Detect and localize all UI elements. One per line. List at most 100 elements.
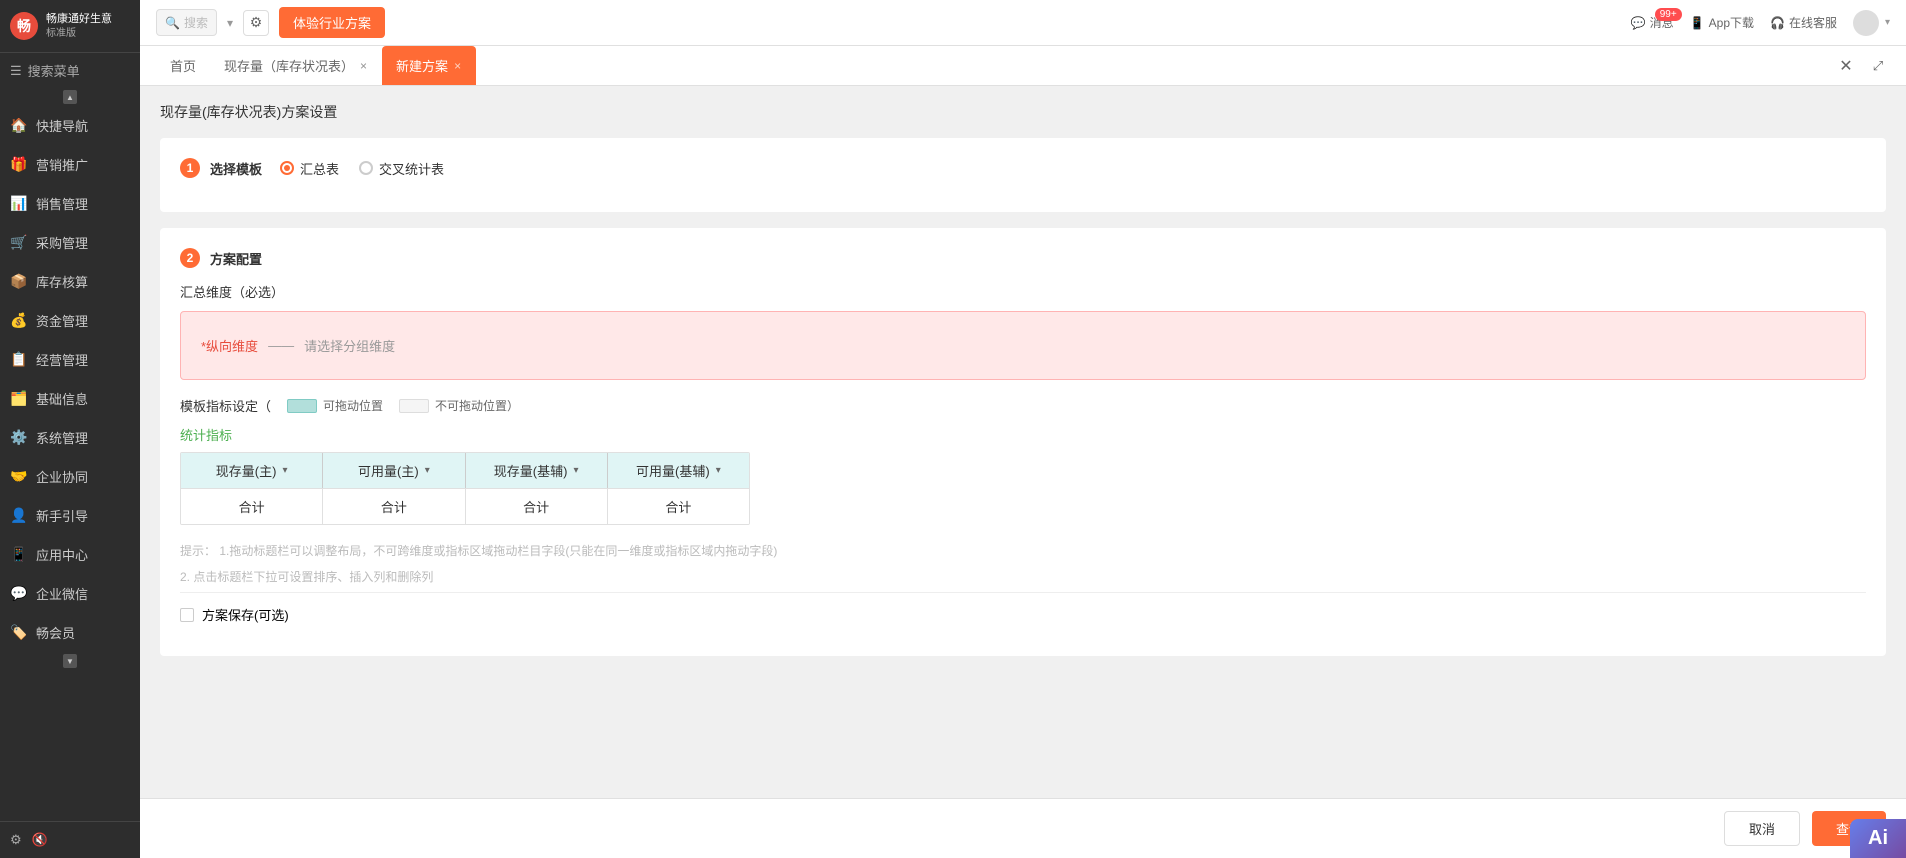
close-panel-icon[interactable]: ✕ bbox=[1834, 54, 1858, 78]
col-available-aux[interactable]: 可用量(基辅) ▾ bbox=[608, 453, 749, 488]
step1-card: 1 选择模板 汇总表 交叉统计表 bbox=[160, 138, 1886, 212]
save-checkbox-label: 方案保存(可选) bbox=[202, 605, 289, 624]
user-menu[interactable]: ▾ bbox=[1853, 10, 1890, 36]
box-icon: 📦 bbox=[10, 273, 28, 291]
topbar-settings-btn[interactable]: ⚙ bbox=[243, 10, 269, 36]
tabs-right-controls: ✕ ⤢ bbox=[1834, 54, 1890, 78]
tab-inventory-status[interactable]: 现存量（库存状况表） × bbox=[210, 46, 382, 85]
app-download-button[interactable]: 📱 App下载 bbox=[1690, 14, 1754, 31]
tabs-bar: 首页 现存量（库存状况表） × 新建方案 × ✕ ⤢ bbox=[140, 46, 1906, 86]
step1-title: 选择模板 bbox=[210, 159, 262, 178]
sidebar-scroll-down[interactable]: ▼ bbox=[63, 654, 77, 668]
sidebar-item-wechat[interactable]: 💬 企业微信 bbox=[0, 574, 140, 613]
radio-cross[interactable]: 交叉统计表 bbox=[359, 159, 444, 178]
sidebar-scroll-up[interactable]: ▲ bbox=[63, 90, 77, 104]
summary-dimension-label: 汇总维度（必选） bbox=[180, 282, 1866, 301]
col-current-main[interactable]: 现存量(主) ▾ bbox=[181, 453, 323, 488]
online-service-button[interactable]: 🎧 在线客服 bbox=[1770, 14, 1837, 31]
industry-plan-button[interactable]: 体验行业方案 bbox=[279, 7, 385, 38]
footer: 取消 查询 bbox=[140, 798, 1906, 858]
tag-icon: 🏷️ bbox=[10, 624, 28, 642]
save-checkbox[interactable] bbox=[180, 608, 194, 622]
stats-header: 现存量(主) ▾ 可用量(主) ▾ 现存量(基辅) ▾ 可用量(基辅) ▾ bbox=[181, 453, 749, 488]
sidebar-items: 🏠 快捷导航 🎁 营销推广 📊 销售管理 🛒 采购管理 📦 库存核算 💰 资金管… bbox=[0, 106, 140, 652]
stats-title: 统计指标 bbox=[180, 425, 1866, 444]
avatar bbox=[1853, 10, 1879, 36]
radio-summary[interactable]: 汇总表 bbox=[280, 159, 339, 178]
tab-home[interactable]: 首页 bbox=[156, 46, 210, 85]
tab-new-plan[interactable]: 新建方案 × bbox=[382, 46, 476, 85]
chat-icon: 💬 bbox=[10, 585, 28, 603]
tips-section: 提示： 1.拖动标题栏可以调整布局，不可跨维度或指标区域拖动栏目字段(只能在同一… bbox=[180, 541, 1866, 588]
message-icon: 💬 bbox=[1631, 16, 1646, 30]
cell-1: 合计 bbox=[323, 489, 465, 524]
cancel-button[interactable]: 取消 bbox=[1724, 811, 1800, 846]
ai-badge[interactable]: Ai bbox=[1850, 819, 1906, 858]
legend-draggable: 可拖动位置 bbox=[287, 397, 383, 414]
user-icon: 👤 bbox=[10, 507, 28, 525]
non-draggable-legend-box bbox=[399, 399, 429, 413]
sidebar-item-member[interactable]: 🏷️ 畅会员 bbox=[0, 613, 140, 652]
tab1-close-icon[interactable]: × bbox=[360, 59, 367, 73]
stats-body: 合计 合计 合计 合计 bbox=[181, 488, 749, 524]
topbar-search[interactable]: 🔍 搜索 bbox=[156, 9, 217, 36]
draggable-legend-box bbox=[287, 399, 317, 413]
template-radio-group: 汇总表 交叉统计表 bbox=[280, 159, 444, 178]
settings-icon[interactable]: ⚙ bbox=[10, 832, 22, 848]
sidebar-item-basic-info[interactable]: 🗂️ 基础信息 bbox=[0, 379, 140, 418]
chevron-down-icon-0: ▾ bbox=[282, 465, 287, 476]
cell-0: 合计 bbox=[181, 489, 323, 524]
search-text: 搜索 bbox=[184, 14, 208, 31]
sidebar-item-sales[interactable]: 📊 销售管理 bbox=[0, 184, 140, 223]
main-area: 🔍 搜索 ▾ ⚙ 体验行业方案 💬 消息 99+ 📱 App下载 🎧 在线客服 bbox=[140, 0, 1906, 858]
sidebar-item-app-center[interactable]: 📱 应用中心 bbox=[0, 535, 140, 574]
sidebar-item-inventory[interactable]: 📦 库存核算 bbox=[0, 262, 140, 301]
col-available-main[interactable]: 可用量(主) ▾ bbox=[323, 453, 465, 488]
sidebar-item-enterprise[interactable]: 🤝 企业协同 bbox=[0, 457, 140, 496]
expand-icon[interactable]: ⤢ bbox=[1866, 54, 1890, 78]
message-badge: 99+ bbox=[1655, 8, 1682, 21]
logo-text: 畅康通好生意 标准版 bbox=[46, 12, 112, 39]
chevron-down-icon-1: ▾ bbox=[425, 465, 430, 476]
handshake-icon: 🤝 bbox=[10, 468, 28, 486]
logo-icon: 畅 bbox=[10, 12, 38, 40]
clipboard-icon: 📋 bbox=[10, 351, 28, 369]
gift-icon: 🎁 bbox=[10, 156, 28, 174]
sidebar-bottom: ⚙ 🔇 bbox=[0, 821, 140, 858]
search-icon: 🔍 bbox=[165, 16, 180, 30]
topbar-right: 💬 消息 99+ 📱 App下载 🎧 在线客服 ▾ bbox=[1631, 10, 1890, 36]
money-icon: 💰 bbox=[10, 312, 28, 330]
sidebar-item-operations[interactable]: 📋 经营管理 bbox=[0, 340, 140, 379]
chevron-down-icon-2: ▾ bbox=[573, 465, 578, 476]
sidebar-item-system[interactable]: ⚙️ 系统管理 bbox=[0, 418, 140, 457]
sidebar-item-purchase[interactable]: 🛒 采购管理 bbox=[0, 223, 140, 262]
home-icon: 🏠 bbox=[10, 117, 28, 135]
cell-3: 合计 bbox=[608, 489, 749, 524]
search-menu[interactable]: ☰ 搜索菜单 bbox=[0, 53, 140, 88]
dimension-selector-area[interactable]: *纵向维度 —— 请选择分组维度 bbox=[180, 311, 1866, 380]
tab2-close-icon[interactable]: × bbox=[454, 59, 461, 73]
download-icon: 📱 bbox=[1690, 16, 1705, 30]
step1-num: 1 bbox=[180, 158, 200, 178]
sidebar-item-marketing[interactable]: 🎁 营销推广 bbox=[0, 145, 140, 184]
step2-card: 2 方案配置 汇总维度（必选） *纵向维度 —— 请选择分组维度 模板指标设定（… bbox=[160, 228, 1886, 656]
chevron-down-icon-3: ▾ bbox=[716, 465, 721, 476]
topbar: 🔍 搜索 ▾ ⚙ 体验行业方案 💬 消息 99+ 📱 App下载 🎧 在线客服 bbox=[140, 0, 1906, 46]
legend-non-draggable: 不可拖动位置） bbox=[399, 397, 519, 414]
topbar-dropdown[interactable]: ▾ bbox=[227, 16, 233, 30]
col-current-aux[interactable]: 现存量(基辅) ▾ bbox=[466, 453, 608, 488]
message-button[interactable]: 💬 消息 99+ bbox=[1631, 14, 1674, 31]
folder-icon: 🗂️ bbox=[10, 390, 28, 408]
sidebar-item-quick-nav[interactable]: 🏠 快捷导航 bbox=[0, 106, 140, 145]
step2-num: 2 bbox=[180, 248, 200, 268]
page-title: 现存量(库存状况表)方案设置 bbox=[160, 102, 1886, 122]
sidebar-item-finance[interactable]: 💰 资金管理 bbox=[0, 301, 140, 340]
step2-header: 2 方案配置 bbox=[180, 248, 1866, 268]
sidebar-item-newbie[interactable]: 👤 新手引导 bbox=[0, 496, 140, 535]
logo-area: 畅 畅康通好生意 标准版 bbox=[0, 0, 140, 53]
step2-title: 方案配置 bbox=[210, 249, 262, 268]
save-checkbox-area: 方案保存(可选) bbox=[180, 592, 1866, 636]
mobile-icon: 📱 bbox=[10, 546, 28, 564]
content-area: 现存量(库存状况表)方案设置 1 选择模板 汇总表 交叉统计表 bbox=[140, 86, 1906, 798]
audio-icon[interactable]: 🔇 bbox=[32, 832, 48, 848]
